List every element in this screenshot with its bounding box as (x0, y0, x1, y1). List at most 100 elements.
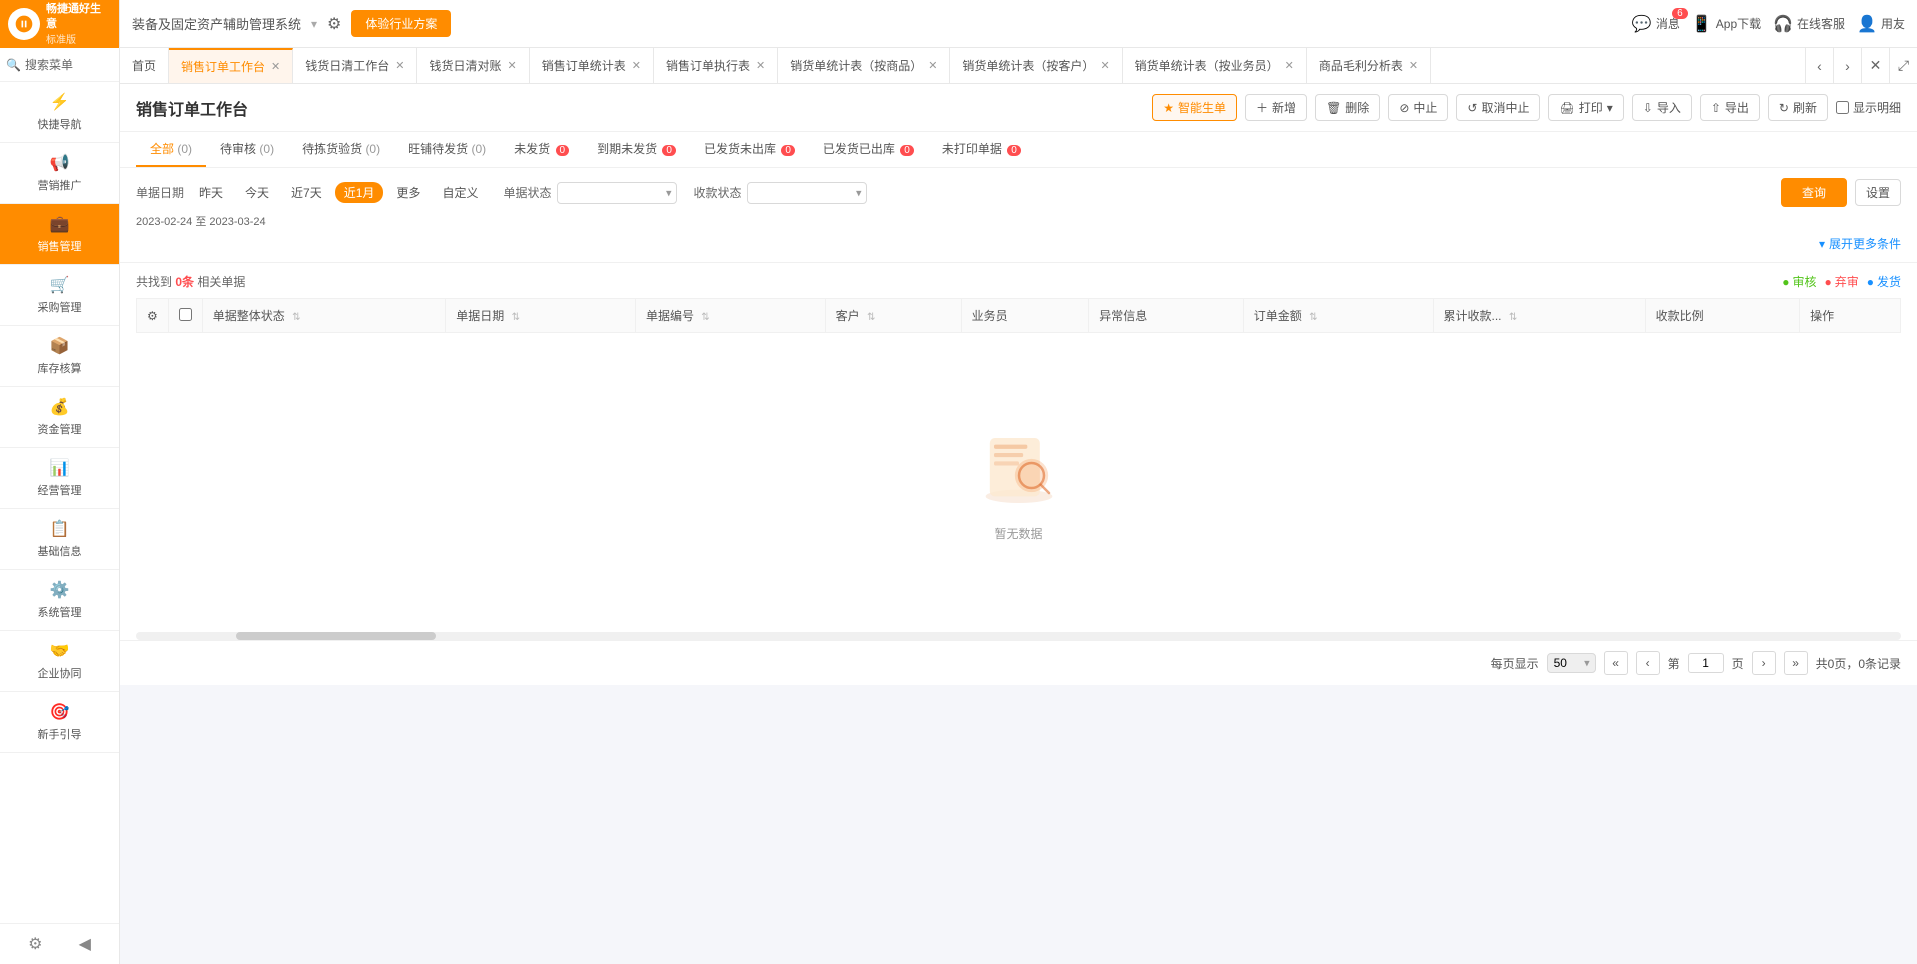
empty-text: 暂无数据 (994, 525, 1042, 542)
col-settings[interactable]: ⚙ (137, 299, 169, 333)
page-size-select[interactable]: 50 10 20 100 (1547, 653, 1596, 673)
cancel-stop-button[interactable]: ↺ 取消中止 (1456, 94, 1540, 121)
delete-button[interactable]: 🗑 删除 (1315, 94, 1380, 121)
gear-icon[interactable]: ⚙ (327, 14, 341, 34)
date-btn-today[interactable]: 今天 (236, 181, 278, 204)
select-all-checkbox[interactable] (179, 308, 192, 321)
scrollbar-thumb[interactable] (236, 632, 436, 640)
sidebar-item-inventory[interactable]: 📦 库存核算 (0, 326, 119, 387)
solution-button[interactable]: 体验行业方案 (351, 10, 451, 37)
sub-tab-not-printed[interactable]: 未打印单据 0 (928, 132, 1035, 167)
date-btn-custom[interactable]: 自定义 (433, 181, 487, 204)
sub-tab-all[interactable]: 全部 (0) (136, 132, 206, 167)
sort-icon-status[interactable]: ⇅ (292, 312, 300, 323)
tab-close-sales-summary-product[interactable]: ✕ (928, 59, 937, 72)
settings-bottom-icon[interactable]: ⚙ (28, 934, 42, 954)
tab-sales-order[interactable]: 销售订单工作台 ✕ (169, 48, 293, 84)
user-action[interactable]: 👤 用友 (1857, 14, 1905, 34)
query-button[interactable]: 查询 (1781, 178, 1847, 207)
sort-icon-amount[interactable]: ⇅ (1309, 312, 1317, 323)
sort-icon-customer[interactable]: ⇅ (867, 312, 875, 323)
page-next-button[interactable]: › (1752, 651, 1776, 675)
smart-order-button[interactable]: ★ 智能生单 (1152, 94, 1237, 121)
stop-button[interactable]: ⊘ 中止 (1388, 94, 1448, 121)
tab-close-sales-summary-customer[interactable]: ✕ (1100, 59, 1109, 72)
tab-close-sales-summary-staff[interactable]: ✕ (1285, 59, 1294, 72)
page-prev-button[interactable]: ‹ (1636, 651, 1660, 675)
sub-tab-overdue-not-shipped[interactable]: 到期未发货 0 (583, 132, 690, 167)
tab-close-sales-exec[interactable]: ✕ (756, 59, 765, 72)
date-btn-1month[interactable]: 近1月 (335, 182, 384, 203)
approve-button[interactable]: ● 审核 (1782, 273, 1816, 290)
tab-prev-button[interactable]: ‹ (1805, 48, 1833, 84)
chevron-down-icon: ▾ (1819, 237, 1825, 251)
horizontal-scrollbar[interactable] (136, 632, 1901, 640)
sidebar-item-system[interactable]: ⚙️ 系统管理 (0, 570, 119, 631)
sidebar-item-cooperation[interactable]: 🤝 企业协同 (0, 631, 119, 692)
tab-close-sales-order[interactable]: ✕ (271, 60, 280, 73)
sidebar-item-marketing[interactable]: 📢 营销推广 (0, 143, 119, 204)
import-button[interactable]: ⇩ 导入 (1632, 94, 1692, 121)
sub-tab-pending-review[interactable]: 待审核 (0) (206, 132, 288, 167)
tab-sales-exec[interactable]: 销售订单执行表 ✕ (654, 48, 778, 84)
sub-tab-shipped-out[interactable]: 已发货已出库 0 (809, 132, 928, 167)
sub-tab-wangpu-pending[interactable]: 旺铺待发货 (0) (394, 132, 500, 167)
sort-icon-date[interactable]: ⇅ (512, 312, 520, 323)
date-btn-more[interactable]: 更多 (387, 181, 429, 204)
ship-button[interactable]: ● 发货 (1867, 273, 1901, 290)
expand-button[interactable]: ▾ 展开更多条件 (1819, 235, 1901, 252)
print-button[interactable]: 🖨 打印 ▾ (1548, 94, 1623, 121)
dropdown-icon[interactable]: ▾ (311, 17, 317, 31)
status-select[interactable] (557, 182, 677, 204)
sidebar-item-guide[interactable]: 🎯 新手引导 (0, 692, 119, 753)
tab-sales-summary-product[interactable]: 销货单统计表（按商品） ✕ (778, 48, 950, 84)
show-detail-label[interactable]: 显示明细 (1836, 99, 1901, 116)
tab-cash-reconcile[interactable]: 钱货日清对账 ✕ (417, 48, 529, 84)
show-detail-checkbox[interactable] (1836, 101, 1849, 114)
page-number-input[interactable] (1688, 653, 1724, 673)
sidebar-item-search[interactable]: 🔍 搜索菜单 (0, 48, 119, 82)
tab-close-cash-daily[interactable]: ✕ (395, 59, 404, 72)
page-word2: 页 (1732, 655, 1744, 672)
sidebar-item-operations[interactable]: 📊 经营管理 (0, 448, 119, 509)
tab-sales-stats[interactable]: 销售订单统计表 ✕ (530, 48, 654, 84)
tab-cash-daily[interactable]: 钱货日清工作台 ✕ (293, 48, 417, 84)
online-service-action[interactable]: 🎧 在线客服 (1773, 14, 1845, 34)
message-action[interactable]: 💬 6 消息 (1632, 14, 1680, 34)
new-button[interactable]: ＋ 新增 (1245, 94, 1307, 121)
date-btn-yesterday[interactable]: 昨天 (190, 181, 232, 204)
finance-icon: 💰 (50, 397, 70, 417)
app-download-action[interactable]: 📱 App下载 (1692, 14, 1761, 34)
date-btn-7days[interactable]: 近7天 (282, 181, 331, 204)
sidebar-item-sales[interactable]: 💼 销售管理 (0, 204, 119, 265)
sidebar-item-quick-nav[interactable]: ⚡ 快捷导航 (0, 82, 119, 143)
sort-icon-number[interactable]: ⇅ (701, 312, 709, 323)
topbar: 装备及固定资产辅助管理系统 ▾ ⚙ 体验行业方案 💬 6 消息 📱 App下载 … (120, 0, 1917, 48)
tab-close-cash-reconcile[interactable]: ✕ (508, 59, 517, 72)
sidebar-item-basic-info[interactable]: 📋 基础信息 (0, 509, 119, 570)
tab-next-button[interactable]: › (1833, 48, 1861, 84)
page-first-button[interactable]: « (1604, 651, 1628, 675)
tab-close-all-button[interactable]: ✕ (1861, 48, 1889, 84)
sidebar-item-finance[interactable]: 💰 资金管理 (0, 387, 119, 448)
tab-home[interactable]: 首页 (120, 48, 169, 84)
sub-tab-not-shipped[interactable]: 未发货 0 (500, 132, 583, 167)
tab-sales-summary-customer[interactable]: 销货单统计表（按客户） ✕ (950, 48, 1122, 84)
sort-icon-received[interactable]: ⇅ (1509, 312, 1517, 323)
export-button[interactable]: ⇧ 导出 (1700, 94, 1760, 121)
refresh-button[interactable]: ↻ 刷新 (1768, 94, 1828, 121)
sub-tab-shipped-not-out[interactable]: 已发货未出库 0 (690, 132, 809, 167)
collapse-icon[interactable]: ◀ (79, 934, 91, 954)
page-last-button[interactable]: » (1784, 651, 1808, 675)
settings-btn[interactable]: 设置 (1855, 179, 1901, 206)
data-table: ⚙ 单据整体状态 ⇅ 单据日期 ⇅ (136, 298, 1901, 333)
tab-close-sales-stats[interactable]: ✕ (632, 59, 641, 72)
tab-maximize-button[interactable]: ⤢ (1889, 48, 1917, 84)
tab-close-product-margin[interactable]: ✕ (1409, 59, 1418, 72)
tab-product-margin[interactable]: 商品毛利分析表 ✕ (1307, 48, 1431, 84)
sidebar-item-purchase[interactable]: 🛒 采购管理 (0, 265, 119, 326)
payment-select[interactable] (747, 182, 867, 204)
sub-tab-pending-inspect[interactable]: 待拣货验货 (0) (288, 132, 394, 167)
revoke-button[interactable]: ● 弃审 (1824, 273, 1858, 290)
tab-sales-summary-staff[interactable]: 销货单统计表（按业务员） ✕ (1123, 48, 1307, 84)
